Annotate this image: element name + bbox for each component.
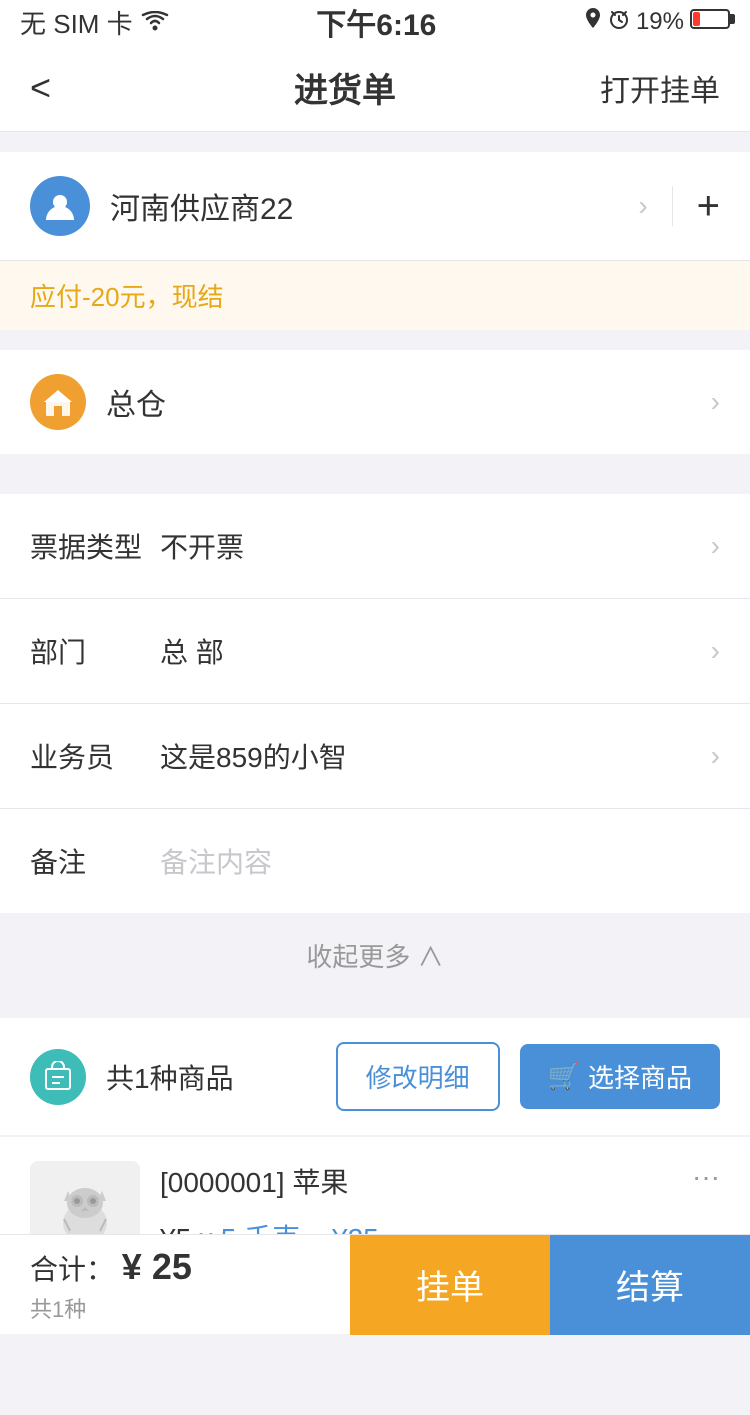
collapse-button[interactable]: 收起更多 ∧ [0,913,750,998]
product-header: 共1种商品 修改明细 🛒 选择商品 [0,1018,750,1135]
salesperson-row[interactable]: 业务员 这是859的小智 › [0,704,750,809]
department-label: 部门 [30,631,160,671]
warehouse-name: 总仓 [106,380,711,424]
supplier-name: 河南供应商22 [110,184,638,228]
remark-row[interactable]: 备注 备注内容 [0,809,750,913]
remark-label: 备注 [30,841,160,881]
department-row[interactable]: 部门 总 部 › [0,599,750,704]
nav-bar: < 进货单 打开挂单 [0,44,750,132]
warehouse-chevron-icon: › [711,386,720,418]
select-product-button[interactable]: 🛒 选择商品 [520,1044,720,1109]
salesperson-chevron-icon: › [711,740,720,772]
location-icon [584,8,602,37]
supplier-chevron-icon: › [638,190,647,222]
warehouse-icon [30,374,86,430]
main-content: 河南供应商22 › + 应付-20元，现结 总仓 › 票据类型 [0,132,750,1415]
warehouse-row[interactable]: 总仓 › [0,350,750,454]
supplier-section: 河南供应商22 › + 应付-20元，现结 [0,152,750,330]
hang-button[interactable]: 挂单 [350,1235,550,1335]
total-area: 合计： ¥ 25 共1种 [0,1246,350,1324]
department-value: 总 部 [160,631,711,671]
product-count-icon [30,1049,86,1105]
open-hang-button[interactable]: 打开挂单 [600,66,720,110]
add-supplier-button[interactable]: + [697,184,720,229]
form-section: 票据类型 不开票 › 部门 总 部 › 业务员 这是859的小智 › 备注 备注… [0,494,750,913]
status-left: 无 SIM 卡 [20,4,169,41]
product-count: 共1种商品 [106,1057,316,1097]
battery-percent: 19% [636,8,684,36]
remark-input[interactable]: 备注内容 [160,841,720,881]
salesperson-label: 业务员 [30,736,160,776]
select-product-icon: 🛒 [548,1061,580,1092]
section-gap-2 [0,330,750,350]
section-gap-3 [0,454,750,474]
product-name: [0000001] 苹果 [160,1161,672,1201]
total-sub: 共1种 [30,1292,320,1324]
status-right: 19% [584,8,730,37]
invoice-chevron-icon: › [711,530,720,562]
product-more-button[interactable]: ··· [692,1161,720,1193]
carrier-label: 无 SIM 卡 [20,4,133,41]
warehouse-section: 总仓 › [0,350,750,454]
payment-hint: 应付-20元，现结 [0,261,750,330]
total-amount: ¥ 25 [122,1246,192,1287]
checkout-button[interactable]: 结算 [550,1235,750,1335]
back-button[interactable]: < [30,67,90,109]
product-code: [0000001] [160,1167,285,1198]
department-chevron-icon: › [711,635,720,667]
select-product-label: 选择商品 [588,1058,692,1095]
supplier-avatar [30,176,90,236]
product-title: 苹果 [292,1167,348,1198]
battery-icon [690,8,730,36]
checkout-label: 结算 [616,1260,684,1309]
page-title: 进货单 [294,63,396,112]
edit-detail-button[interactable]: 修改明细 [336,1042,500,1111]
status-time: 下午6:16 [316,0,436,44]
total-label: 合计： [30,1254,114,1285]
hang-label: 挂单 [416,1260,484,1309]
wifi-icon [141,7,169,38]
invoice-type-value: 不开票 [160,526,711,566]
supplier-separator [672,186,673,226]
supplier-row[interactable]: 河南供应商22 › + [0,152,750,261]
total-main: 合计： ¥ 25 [30,1246,320,1288]
invoice-type-row[interactable]: 票据类型 不开票 › [0,494,750,599]
status-bar: 无 SIM 卡 下午6:16 19% [0,0,750,44]
invoice-type-label: 票据类型 [30,526,160,566]
bottom-bar: 合计： ¥ 25 共1种 挂单 结算 [0,1234,750,1334]
collapse-label: 收起更多 ∧ [306,937,443,974]
alarm-icon [608,8,630,37]
section-gap-1 [0,132,750,152]
salesperson-value: 这是859的小智 [160,736,711,776]
